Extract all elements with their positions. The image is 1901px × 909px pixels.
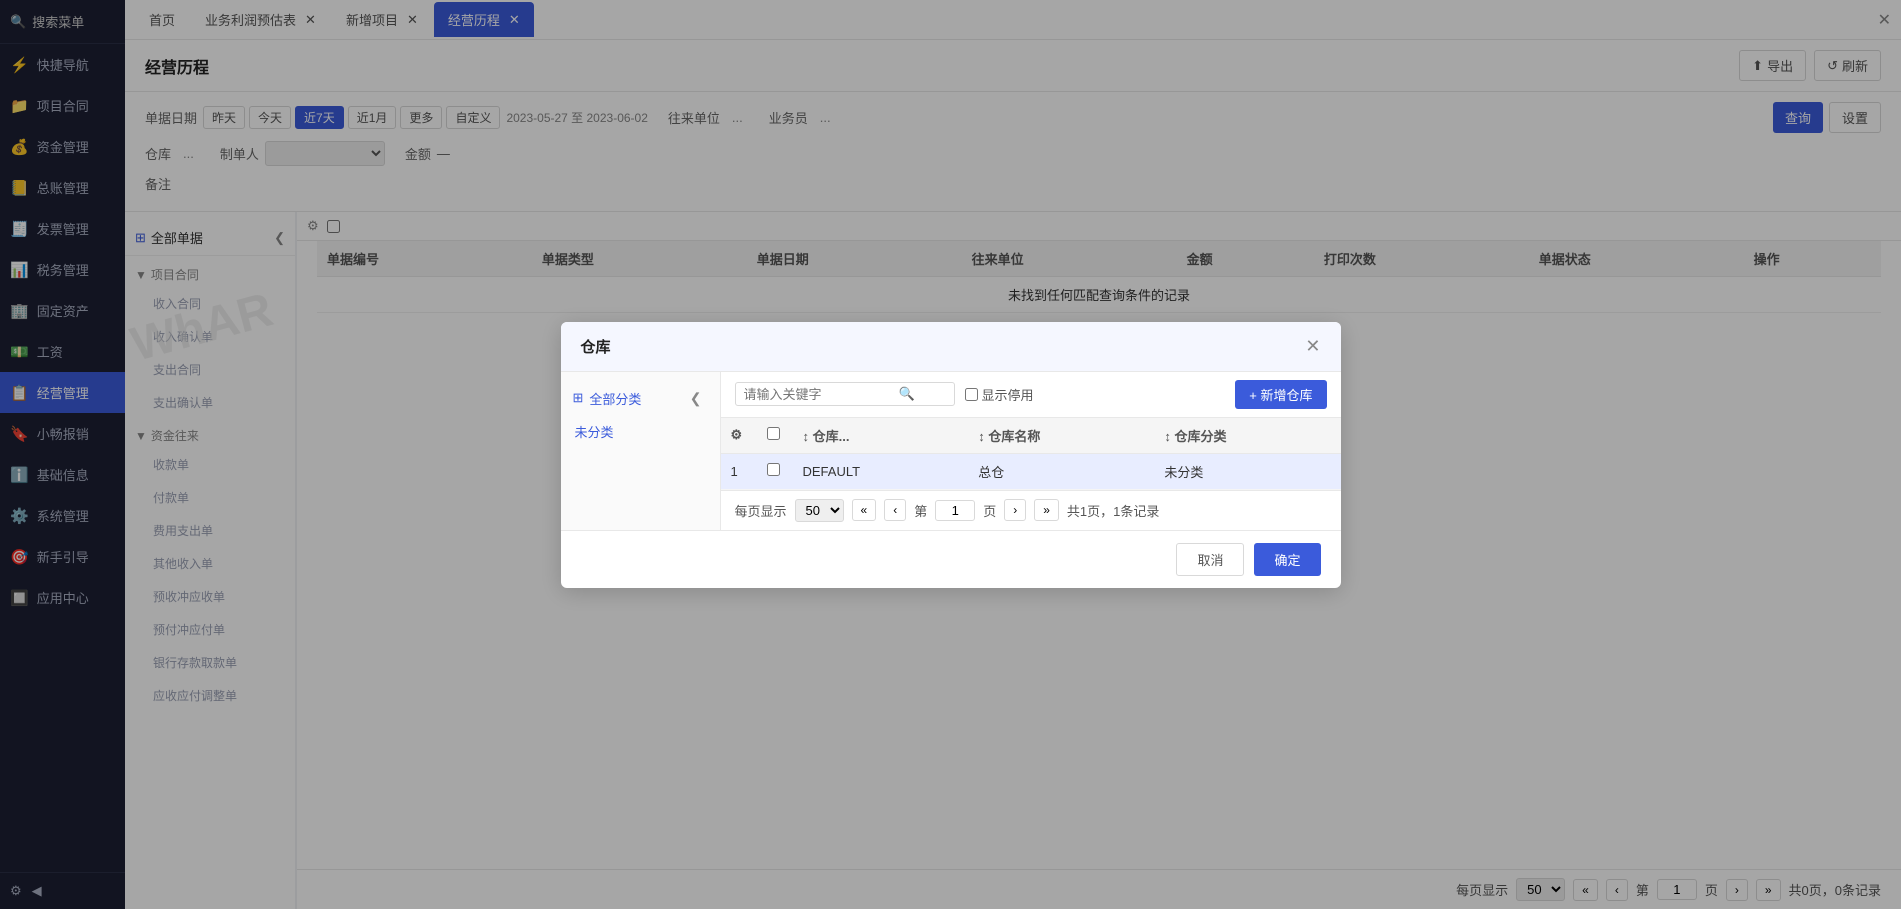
category-uncategorized-label: 未分类	[575, 425, 614, 440]
search-icon[interactable]: 🔍	[899, 386, 915, 402]
modal-warehouse-table: ⚙ ↕ 仓库... ↕ 仓库名称 ↕	[721, 418, 1341, 490]
modal-footer: 取消 确定	[561, 530, 1341, 588]
row-checkbox[interactable]	[767, 463, 780, 476]
row-category: 未分类	[1154, 453, 1340, 489]
col-checkbox-header	[757, 418, 793, 454]
category-all-header[interactable]: ⊞ 全部分类 ❮	[561, 382, 720, 415]
modal-header: 仓库 ✕	[561, 322, 1341, 372]
col-settings[interactable]: ⚙	[721, 418, 757, 454]
collapse-category-btn[interactable]: ❮	[684, 388, 708, 409]
show-disabled-label[interactable]: 显示停用	[965, 385, 1034, 404]
data-panel: 🔍 显示停用 + 新增仓库 ⚙ ↕ 仓	[721, 372, 1341, 530]
search-box: 🔍	[735, 382, 955, 406]
modal-per-page-label: 每页显示	[735, 501, 787, 520]
modal-close-btn[interactable]: ✕	[1305, 336, 1320, 357]
cancel-button[interactable]: 取消	[1176, 543, 1244, 576]
sort-icon: ↕	[978, 429, 985, 444]
row-settings[interactable]: 1	[721, 453, 757, 489]
show-disabled-checkbox[interactable]	[965, 388, 978, 401]
modal-table-header: ⚙ ↕ 仓库... ↕ 仓库名称 ↕	[721, 418, 1341, 454]
select-all-modal[interactable]	[767, 427, 780, 440]
modal-total-label: 共1页，1条记录	[1067, 501, 1159, 520]
col-warehouse-name: ↕ 仓库名称	[968, 418, 1154, 454]
row-name: 总仓	[968, 453, 1154, 489]
table-row[interactable]: 1 DEFAULT 总仓 未分类	[721, 453, 1341, 489]
modal-table-wrap: ⚙ ↕ 仓库... ↕ 仓库名称 ↕	[721, 418, 1341, 490]
category-panel: ⊞ 全部分类 ❮ 未分类	[561, 372, 721, 530]
warehouse-modal: 仓库 ✕ ⊞ 全部分类 ❮ 未分类 🔍 显示停用	[561, 322, 1341, 588]
modal-title: 仓库	[581, 336, 611, 357]
modal-last-page-btn[interactable]: »	[1034, 499, 1059, 521]
row-checkbox-cell[interactable]	[757, 453, 793, 489]
modal-prev-page-btn[interactable]: ‹	[884, 499, 906, 521]
sort-icon: ↕	[1164, 429, 1171, 444]
modal-page-word: 第	[914, 501, 927, 520]
modal-body: ⊞ 全部分类 ❮ 未分类 🔍 显示停用 + 新增仓库	[561, 372, 1341, 530]
show-disabled-text: 显示停用	[982, 385, 1034, 404]
col-warehouse-code: ↕ 仓库...	[793, 418, 969, 454]
data-panel-toolbar: 🔍 显示停用 + 新增仓库	[721, 372, 1341, 418]
modal-next-page-btn[interactable]: ›	[1004, 499, 1026, 521]
modal-per-page-select[interactable]: 50	[795, 499, 844, 522]
confirm-button[interactable]: 确定	[1254, 543, 1320, 576]
add-warehouse-button[interactable]: + 新增仓库	[1235, 380, 1326, 409]
modal-page-label: 页	[983, 501, 996, 520]
modal-pagination: 每页显示 50 « ‹ 第 页 › » 共1页，1条记录	[721, 490, 1341, 530]
sort-icon: ↕	[803, 429, 810, 444]
modal-first-page-btn[interactable]: «	[852, 499, 877, 521]
category-all-label: 全部分类	[589, 389, 641, 408]
modal-page-input[interactable]	[935, 500, 975, 521]
grid-icon: ⊞	[573, 390, 584, 406]
col-warehouse-category: ↕ 仓库分类	[1154, 418, 1340, 454]
row-code: DEFAULT	[793, 453, 969, 489]
category-uncategorized[interactable]: 未分类	[561, 415, 720, 448]
warehouse-search-input[interactable]	[744, 387, 894, 402]
